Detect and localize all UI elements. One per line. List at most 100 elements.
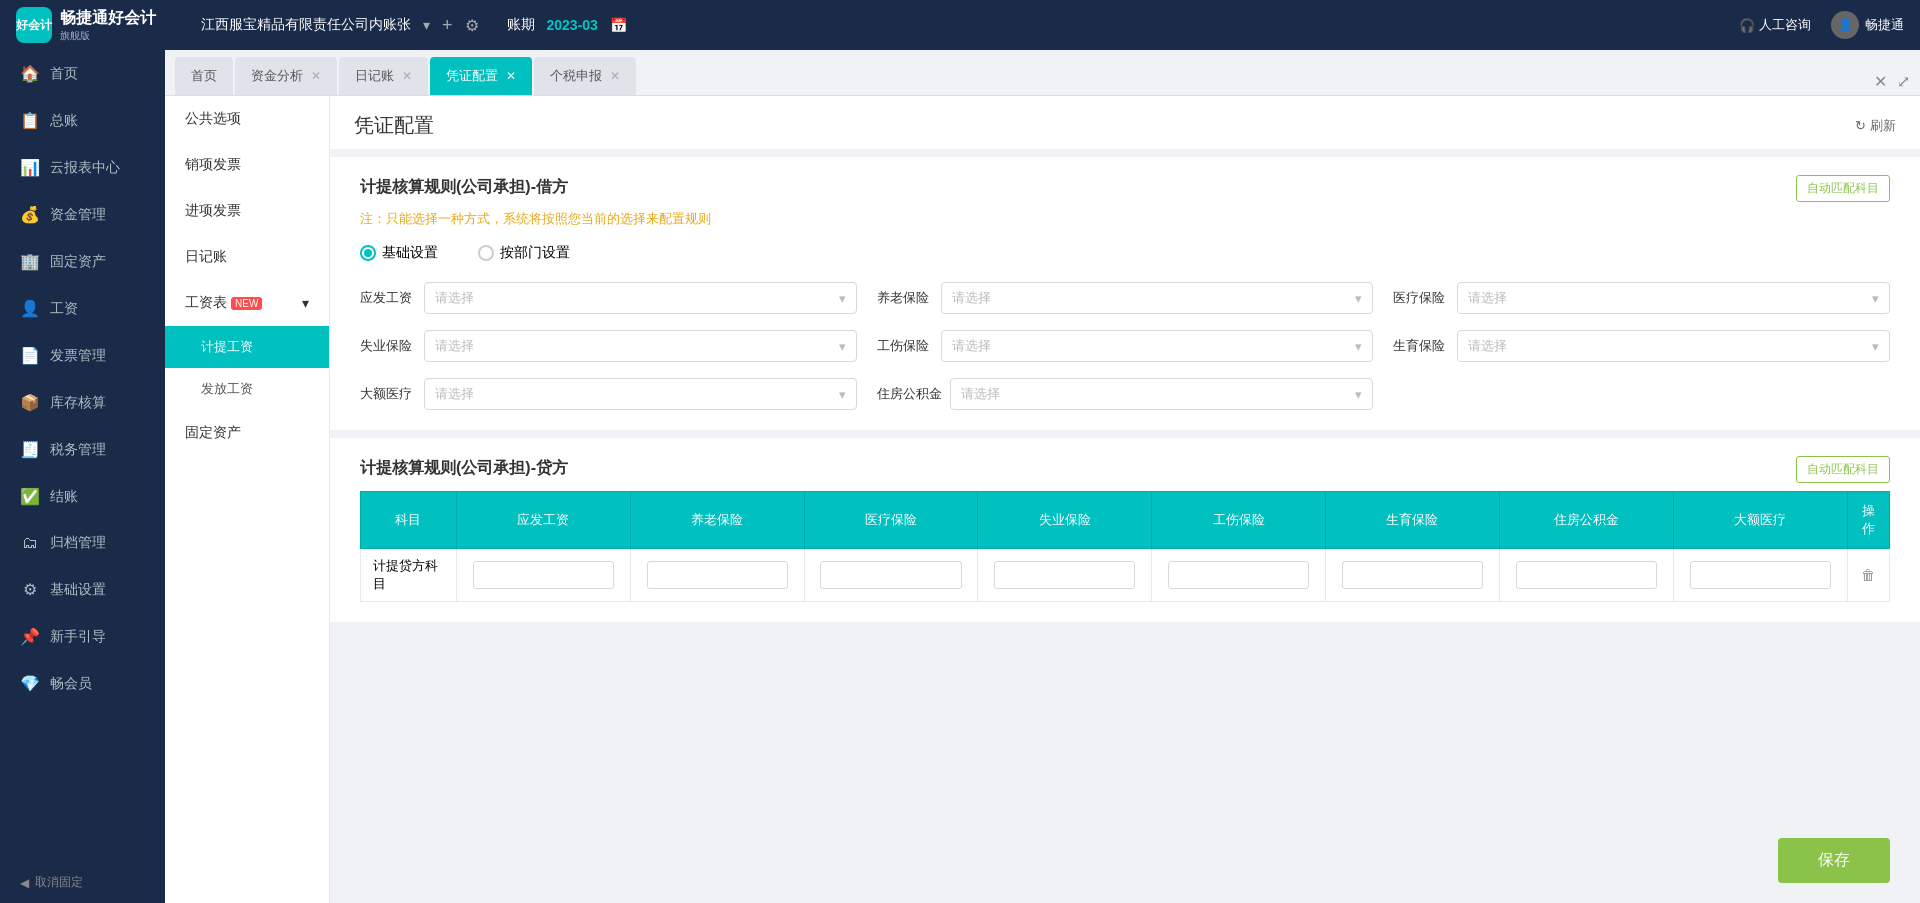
nav-public[interactable]: 公共选项 [165,96,329,142]
delete-row-btn[interactable]: 🗑 [1861,567,1875,583]
sidebar-label-stock: 库存核算 [50,394,106,412]
cell-medical[interactable] [804,549,978,602]
salary-icon: 👤 [20,299,40,318]
tab-tax-close[interactable]: ✕ [610,69,620,83]
select-injury[interactable]: 请选择 ▾ [941,330,1374,362]
sidebar-item-stock[interactable]: 📦 库存核算 [0,379,165,426]
input-medical[interactable] [820,561,961,589]
field-applied-salary: 应发工资 请选择 ▾ [360,282,857,314]
sidebar-item-archive[interactable]: 🗂 归档管理 [0,520,165,566]
col-pension: 养老保险 [630,492,804,549]
support-btn[interactable]: 🎧 人工咨询 [1739,16,1811,34]
select-applied-salary[interactable]: 请选择 ▾ [424,282,857,314]
save-btn[interactable]: 保存 [1778,838,1890,883]
input-unemployment[interactable] [994,561,1135,589]
input-housing[interactable] [1516,561,1657,589]
sidebar-item-guide[interactable]: 📌 新手引导 [0,613,165,660]
header-right: 🎧 人工咨询 👤 畅捷通 [1739,11,1904,39]
nav-accrue-salary[interactable]: 计提工资 [165,326,329,368]
tab-voucher-config[interactable]: 凭证配置 ✕ [430,57,532,95]
tab-tax[interactable]: 个税申报 ✕ [534,57,636,95]
cell-applied[interactable] [456,549,630,602]
new-badge: NEW [231,297,262,310]
username: 畅捷通 [1865,16,1904,34]
sidebar-item-invoice[interactable]: 📄 发票管理 [0,332,165,379]
tab-home-label: 首页 [191,67,217,85]
select-large-medical[interactable]: 请选择 ▾ [424,378,857,410]
col-maternity: 生育保险 [1326,492,1500,549]
select-pension[interactable]: 请选择 ▾ [941,282,1374,314]
left-nav: 公共选项 销项发票 进项发票 日记账 工资表 NEW ▾ 计提工资 [165,96,330,903]
expand-window-icon[interactable]: ⤢ [1897,72,1910,91]
nav-sales-invoice[interactable]: 销项发票 [165,142,329,188]
calendar-icon[interactable]: 📅 [610,17,627,33]
tab-journal-close[interactable]: ✕ [402,69,412,83]
refresh-icon: ↻ [1855,118,1866,133]
tab-voucher-close[interactable]: ✕ [506,69,516,83]
dropdown-icon: ▾ [839,291,846,306]
cell-large-medical[interactable] [1673,549,1847,602]
input-large-medical[interactable] [1690,561,1831,589]
tab-bar: 首页 资金分析 ✕ 日记账 ✕ 凭证配置 ✕ 个税申报 ✕ ✕ ⤢ [165,50,1920,96]
nav-fixed-asset[interactable]: 固定资产 [165,410,329,456]
sidebar-item-tax[interactable]: 🧾 税务管理 [0,426,165,473]
row-label: 计提贷方科目 [361,549,457,602]
input-maternity[interactable] [1342,561,1483,589]
logo-icon: 好会计 [16,7,52,43]
debit-auto-match-btn[interactable]: 自动匹配科目 [1796,175,1890,202]
company-dropdown-icon[interactable]: ▾ [423,17,430,33]
credit-section: 计提核算规则(公司承担)-贷方 自动匹配科目 科目 应发工资 养老保险 医疗保险… [330,438,1920,622]
sidebar-item-fund[interactable]: 💰 资金管理 [0,191,165,238]
nav-pay-salary[interactable]: 发放工资 [165,368,329,410]
nav-journal[interactable]: 日记账 [165,234,329,280]
tab-fund-close[interactable]: ✕ [311,69,321,83]
sidebar-label-checkout: 结账 [50,488,78,506]
cancel-fix-btn[interactable]: ◀ 取消固定 [0,862,165,903]
input-injury[interactable] [1168,561,1309,589]
sidebar-item-vip[interactable]: 💎 畅会员 [0,660,165,707]
sidebar-item-report[interactable]: 📊 云报表中心 [0,144,165,191]
input-applied[interactable] [473,561,614,589]
app-edition: 旗舰版 [60,29,156,43]
tab-journal[interactable]: 日记账 ✕ [339,57,428,95]
sidebar-label-salary: 工资 [50,300,78,318]
salary-sheet-label: 工资表 [185,294,227,312]
field-pension: 养老保险 请选择 ▾ [877,282,1374,314]
cell-maternity[interactable] [1326,549,1500,602]
radio-basic-circle [360,245,376,261]
ledger-icon: 📋 [20,111,40,130]
select-housing-fund[interactable]: 请选择 ▾ [950,378,1374,410]
sidebar-label-tax: 税务管理 [50,441,106,459]
tab-fund-analysis[interactable]: 资金分析 ✕ [235,57,337,95]
cell-action: 🗑 [1847,549,1889,602]
add-account-btn[interactable]: + [442,15,453,36]
sidebar-item-home[interactable]: 🏠 首页 [0,50,165,97]
cell-unemployment[interactable] [978,549,1152,602]
sidebar-label-fund: 资金管理 [50,206,106,224]
settings-icon[interactable]: ⚙ [465,16,479,35]
cell-pension[interactable] [630,549,804,602]
refresh-btn[interactable]: ↻ 刷新 [1855,117,1896,135]
sidebar-item-asset[interactable]: 🏢 固定资产 [0,238,165,285]
select-unemployment[interactable]: 请选择 ▾ [424,330,857,362]
nav-salary-sheet[interactable]: 工资表 NEW ▾ [165,280,329,326]
close-window-icon[interactable]: ✕ [1874,72,1887,91]
debit-section-title: 计提核算规则(公司承担)-借方 [360,177,1890,198]
sidebar-item-checkout[interactable]: ✅ 结账 [0,473,165,520]
input-pension[interactable] [647,561,788,589]
user-area[interactable]: 👤 畅捷通 [1831,11,1904,39]
cell-housing[interactable] [1499,549,1673,602]
sidebar-item-ledger[interactable]: 📋 总账 [0,97,165,144]
sidebar-label-report: 云报表中心 [50,159,120,177]
cell-injury[interactable] [1152,549,1326,602]
radio-basic[interactable]: 基础设置 [360,244,438,262]
sidebar-item-settings[interactable]: ⚙ 基础设置 [0,566,165,613]
tab-home[interactable]: 首页 [175,57,233,95]
nav-purchase-invoice[interactable]: 进项发票 [165,188,329,234]
credit-auto-match-btn[interactable]: 自动匹配科目 [1796,456,1890,483]
select-medical[interactable]: 请选择 ▾ [1457,282,1890,314]
select-maternity[interactable]: 请选择 ▾ [1457,330,1890,362]
col-large-medical: 大额医疗 [1673,492,1847,549]
radio-department[interactable]: 按部门设置 [478,244,570,262]
sidebar-item-salary[interactable]: 👤 工资 [0,285,165,332]
